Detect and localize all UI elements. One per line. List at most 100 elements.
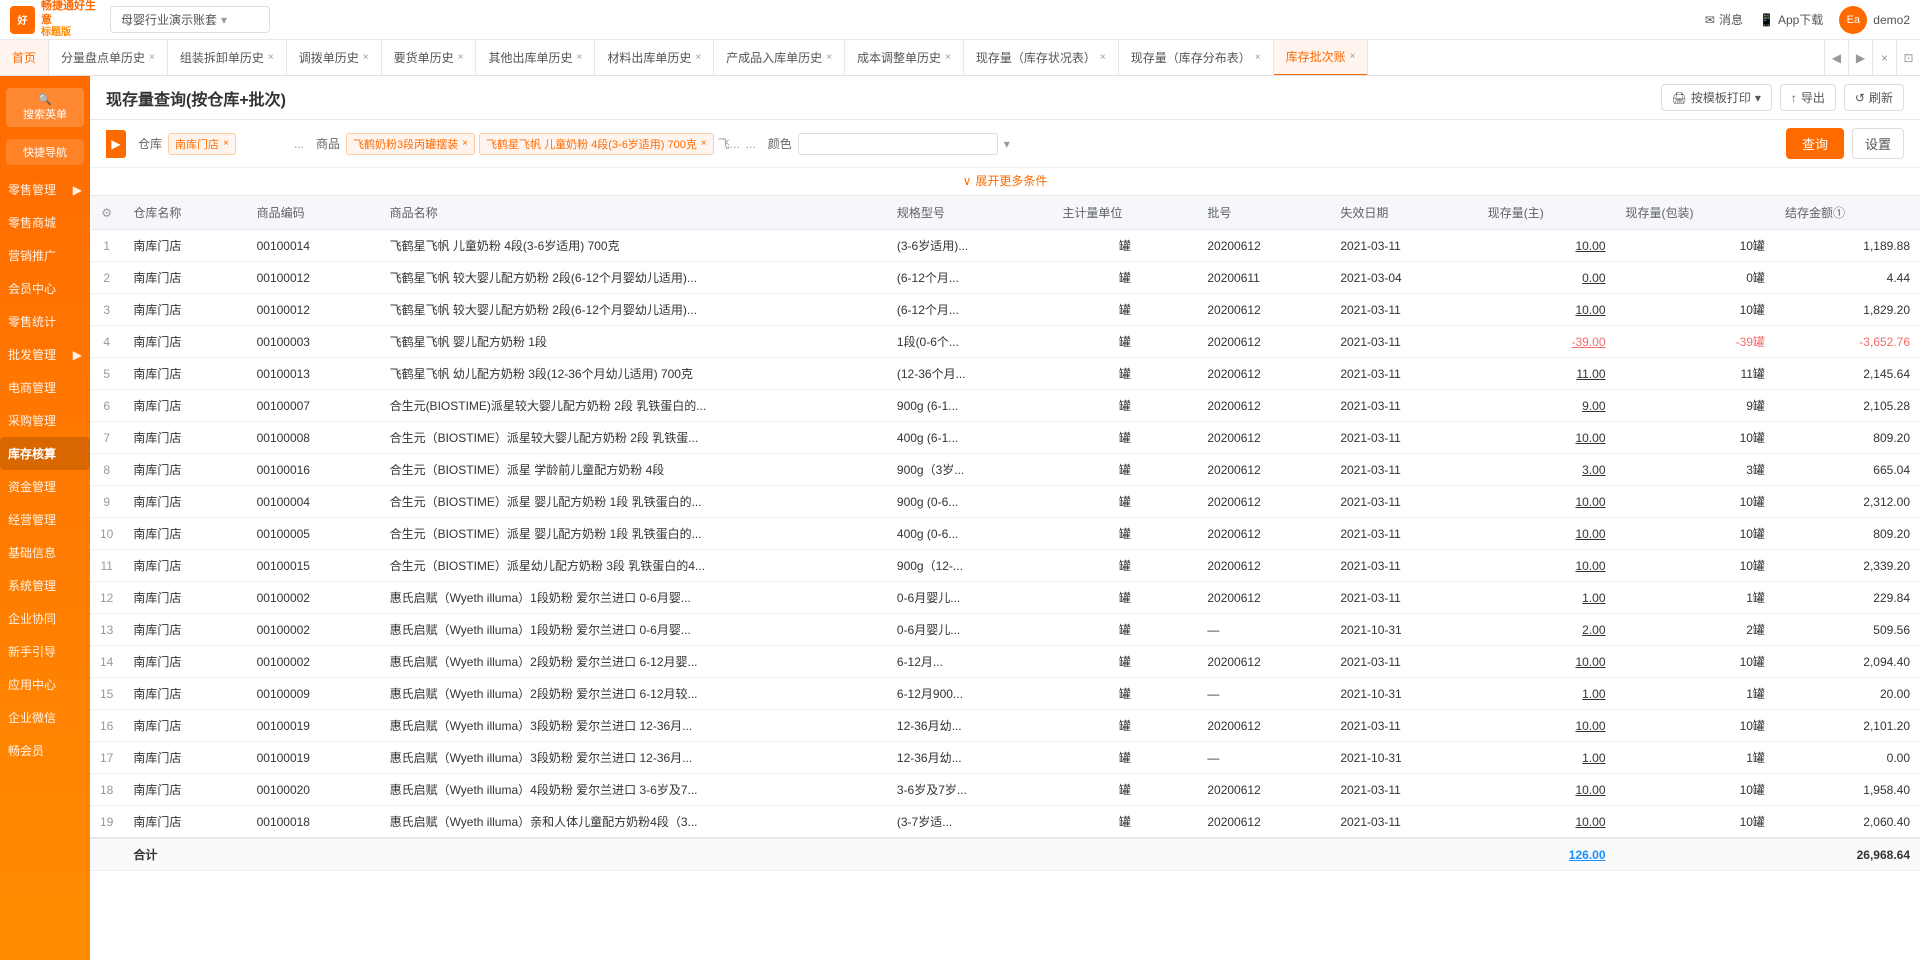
sidebar-item-retail[interactable]: 零售管理 ▶ (0, 173, 90, 206)
cell-code: 00100020 (247, 774, 380, 806)
close-icon[interactable]: × (268, 52, 274, 63)
cell-warehouse: 南库门店 (123, 230, 246, 262)
close-icon[interactable]: × (149, 52, 155, 63)
qty-main-link[interactable]: -39.00 (1571, 335, 1605, 349)
color-filter-input[interactable] (798, 133, 998, 155)
warehouse-tag-close[interactable]: × (223, 138, 229, 149)
expand-row[interactable]: ∨ 展开更多条件 (90, 167, 1920, 195)
qty-main-link[interactable]: 10.00 (1575, 431, 1605, 445)
user-area[interactable]: Ea demo2 (1839, 6, 1910, 34)
sidebar-item-purchase[interactable]: 采购管理 (0, 404, 90, 437)
qty-main-link[interactable]: 10.00 (1575, 783, 1605, 797)
close-icon[interactable]: × (458, 52, 464, 63)
qty-main-link[interactable]: 0.00 (1582, 271, 1605, 285)
sidebar-item-wechat[interactable]: 企业微信 (0, 701, 90, 734)
qty-main-link[interactable]: 3.00 (1582, 463, 1605, 477)
sidebar-item-basic[interactable]: 基础信息 (0, 536, 90, 569)
qty-main-link[interactable]: 9.00 (1582, 399, 1605, 413)
sidebar-item-wholesale[interactable]: 批发管理 ▶ (0, 338, 90, 371)
qty-main-link[interactable]: 10.00 (1575, 527, 1605, 541)
close-icon[interactable]: × (945, 52, 951, 63)
export-button[interactable]: ↑ 导出 (1780, 84, 1836, 111)
sidebar-item-system[interactable]: 系统管理 (0, 569, 90, 602)
search-entry-btn[interactable]: 🔍 搜索英单 (6, 88, 84, 127)
close-icon[interactable]: × (1350, 51, 1356, 62)
close-icon[interactable]: × (363, 52, 369, 63)
close-icon[interactable]: × (1255, 52, 1261, 63)
sidebar-item-ecommerce[interactable]: 电商管理 (0, 371, 90, 404)
tab-diao-bo[interactable]: 调拨单历史 × (287, 40, 382, 76)
sidebar-item-operation[interactable]: 经营管理 (0, 503, 90, 536)
product-tag-1-close[interactable]: × (462, 138, 468, 149)
sidebar-item-warehouse[interactable]: 库存核算 (0, 437, 90, 470)
close-icon[interactable]: × (695, 52, 701, 63)
qty-main-link[interactable]: 10.00 (1575, 495, 1605, 509)
sidebar-item-marketing[interactable]: 营销推广 (0, 239, 90, 272)
nav-next-arrow[interactable]: ▶ (1848, 40, 1872, 76)
filter-collapse-toggle[interactable]: ▶ (106, 130, 126, 158)
chevron-down-icon[interactable]: ▾ (1004, 137, 1010, 151)
quick-nav-btn[interactable]: 快捷导航 (6, 139, 84, 165)
cell-spec: 0-6月婴儿... (887, 582, 1053, 614)
workspace-selector[interactable]: 母婴行业演示账套 ▾ (110, 6, 270, 33)
template-print-button[interactable]: 🖨 按模板打印 ▾ (1661, 84, 1772, 111)
quick-nav-entry[interactable]: 快捷导航 (0, 135, 90, 169)
tab-cost-adjust[interactable]: 成本调整单历史 × (845, 40, 964, 76)
tab-product-in[interactable]: 产成品入库单历史 × (714, 40, 845, 76)
cell-balance: 0.00 (1775, 742, 1920, 774)
refresh-button[interactable]: ↺ 刷新 (1844, 84, 1904, 111)
app-download-button[interactable]: 📱 App下载 (1759, 11, 1823, 28)
close-icon[interactable]: × (576, 52, 582, 63)
search-entry[interactable]: 🔍 搜索英单 (0, 84, 90, 131)
qty-main-link[interactable]: 10.00 (1575, 719, 1605, 733)
cell-name: 惠氏启赋（Wyeth illuma）3段奶粉 爱尔兰进口 12-36月... (380, 742, 887, 774)
tab-fen-pan[interactable]: 分量盘点单历史 × (49, 40, 168, 76)
nav-maximize[interactable]: ⊡ (1896, 40, 1920, 76)
tab-stock-status[interactable]: 现存量（库存状况表） × (964, 40, 1119, 76)
sidebar-item-apps[interactable]: 应用中心 (0, 668, 90, 701)
query-button[interactable]: 查询 (1786, 128, 1844, 159)
tab-home[interactable]: 首页 (0, 40, 49, 76)
qty-main-link[interactable]: 10.00 (1575, 559, 1605, 573)
close-icon[interactable]: × (1100, 52, 1106, 63)
sidebar-label: 经营管理 (8, 511, 56, 528)
cell-expire: 2021-03-11 (1330, 422, 1477, 454)
nav-close-all[interactable]: × (1872, 40, 1896, 76)
cell-batch: 20200612 (1197, 806, 1330, 839)
qty-main-link[interactable]: 10.00 (1575, 655, 1605, 669)
qty-main-link[interactable]: 11.00 (1576, 367, 1605, 381)
sidebar-item-guide[interactable]: 新手引导 (0, 635, 90, 668)
product-tag-2-close[interactable]: × (701, 138, 707, 149)
qty-main-link[interactable]: 1.00 (1582, 687, 1605, 701)
qty-main-link[interactable]: 10.00 (1575, 239, 1605, 253)
tab-stock-dist[interactable]: 现存量（库存分布表） × (1119, 40, 1274, 76)
qty-main-link[interactable]: 1.00 (1582, 751, 1605, 765)
sidebar-item-retail-mall[interactable]: 零售商城 (0, 206, 90, 239)
tab-other-out[interactable]: 其他出库单历史 × (476, 40, 595, 76)
qty-main-link[interactable]: 2.00 (1582, 623, 1605, 637)
table-row: 9 南库门店 00100004 合生元（BIOSTIME）派星 婴儿配方奶粉 1… (90, 486, 1920, 518)
tab-stock-batch[interactable]: 库存批次账 × (1274, 40, 1369, 76)
tab-yao-huo[interactable]: 要货单历史 × (382, 40, 477, 76)
expand-toggle[interactable]: ∨ 展开更多条件 (963, 172, 1048, 189)
settings-icon[interactable]: ⚙ (101, 206, 112, 220)
tab-material-out[interactable]: 材料出库单历史 × (595, 40, 714, 76)
cell-spec: 12-36月幼... (887, 710, 1053, 742)
settings-button[interactable]: 设置 (1852, 128, 1904, 159)
qty-main-link[interactable]: 10.00 (1575, 303, 1605, 317)
cell-code: 00100012 (247, 294, 380, 326)
tab-zu-chai[interactable]: 组装拆卸单历史 × (168, 40, 287, 76)
sidebar-item-finance[interactable]: 资金管理 (0, 470, 90, 503)
sidebar-item-retail-stats[interactable]: 零售统计 (0, 305, 90, 338)
sidebar-item-corp[interactable]: 企业协同 (0, 602, 90, 635)
close-icon[interactable]: × (826, 52, 832, 63)
warehouse-tag[interactable]: 南库门店 × (168, 133, 236, 155)
message-button[interactable]: ✉ 消息 (1705, 11, 1743, 28)
product-tag-2[interactable]: 飞鹤星飞帆 儿童奶粉 4段(3-6岁适用) 700克 × (479, 133, 714, 155)
sidebar-item-member2[interactable]: 畅会员 (0, 734, 90, 767)
nav-prev-arrow[interactable]: ◀ (1824, 40, 1848, 76)
qty-main-link[interactable]: 1.00 (1582, 591, 1605, 605)
sidebar-item-member[interactable]: 会员中心 (0, 272, 90, 305)
qty-main-link[interactable]: 10.00 (1575, 815, 1605, 829)
product-tag-1[interactable]: 飞鹤奶粉3段丙罐摆装 × (346, 133, 475, 155)
